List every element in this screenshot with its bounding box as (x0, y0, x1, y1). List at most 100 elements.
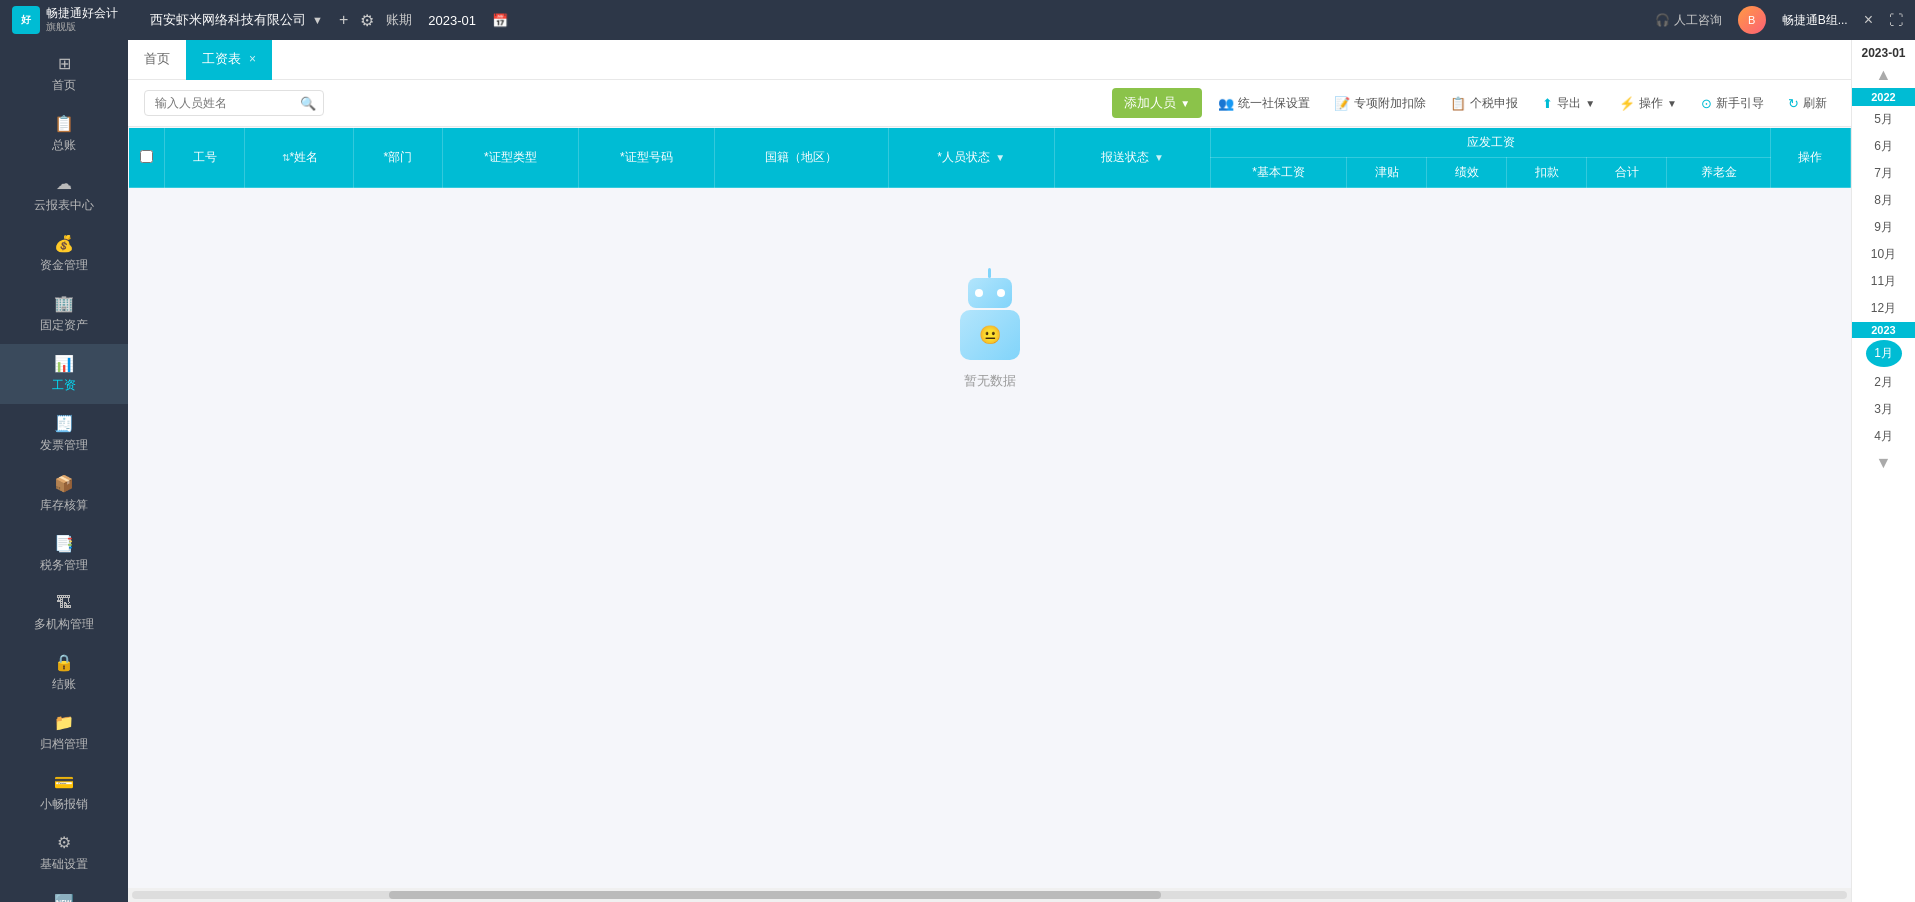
special-deduct-button[interactable]: 📝 专项附加扣除 (1326, 90, 1434, 117)
export-button[interactable]: ⬆ 导出 ▼ (1534, 90, 1603, 117)
add-person-arrow-icon: ▼ (1180, 98, 1190, 109)
month-2022-07[interactable]: 7月 (1852, 160, 1915, 187)
sidebar-label-invoice: 发票管理 (40, 437, 88, 454)
add-person-button[interactable]: 添加人员 ▼ (1112, 88, 1202, 118)
month-2023-03[interactable]: 3月 (1852, 396, 1915, 423)
guide-icon: 🆕 (54, 893, 74, 902)
operation-button[interactable]: ⚡ 操作 ▼ (1611, 90, 1685, 117)
user-avatar: B (1738, 6, 1766, 34)
sidebar-item-close-accounts[interactable]: 🔒 结账 (0, 643, 128, 703)
sidebar-item-asset[interactable]: 🏢 固定资产 (0, 284, 128, 344)
toolbar-right: 添加人员 ▼ 👥 统一社保设置 📝 专项附加扣除 📋 个税申报 ⬆ (1112, 88, 1835, 118)
sidebar-label-tax: 税务管理 (40, 557, 88, 574)
multi-icon: 🏗 (56, 594, 72, 612)
tab-wage-close[interactable]: × (249, 52, 256, 66)
robot-eye-left (975, 289, 983, 297)
header-id-type: *证型类型 (442, 128, 578, 188)
sidebar-item-home[interactable]: ⊞ 首页 (0, 44, 128, 104)
robot-face: 😐 (979, 324, 1001, 346)
tab-wage-label: 工资表 (202, 50, 241, 68)
table-wrap: 工号 ⇅*姓名 *部门 *证型类型 *证型号码 国籍（地区） *人员状态 ▼ 报… (128, 127, 1851, 888)
horizontal-scrollbar[interactable] (128, 888, 1851, 902)
social-security-label: 统一社保设置 (1238, 95, 1310, 112)
month-2022-11[interactable]: 11月 (1852, 268, 1915, 295)
year-2023-badge: 2023 (1852, 322, 1915, 338)
tax-declare-label: 个税申报 (1470, 95, 1518, 112)
service-label: 人工咨询 (1674, 12, 1722, 29)
search-input[interactable] (144, 90, 324, 116)
header-employee-id: 工号 (165, 128, 245, 188)
header-performance: 绩效 (1427, 158, 1507, 188)
sidebar-item-ledger[interactable]: 📋 总账 (0, 104, 128, 164)
filter-report-status-icon: ▼ (1154, 152, 1164, 163)
year-2022-label: 2022 (1852, 88, 1915, 106)
close-window-button[interactable]: × (1864, 11, 1873, 29)
expand-window-button[interactable]: ⛶ (1889, 12, 1903, 28)
sidebar-item-settings[interactable]: ⚙ 基础设置 (0, 823, 128, 883)
month-2022-10[interactable]: 10月 (1852, 241, 1915, 268)
refresh-button[interactable]: ↻ 刷新 (1780, 90, 1835, 117)
export-icon: ⬆ (1542, 96, 1553, 111)
add-button[interactable]: + (339, 11, 348, 29)
inventory-icon: 📦 (54, 474, 74, 493)
sidebar-item-cloud[interactable]: ☁ 云报表中心 (0, 164, 128, 224)
scrollbar-thumb[interactable] (389, 891, 1161, 899)
settings-nav-icon: ⚙ (57, 833, 71, 852)
invoice-icon: 🧾 (54, 414, 74, 433)
filter-person-status-icon: ▼ (995, 152, 1005, 163)
guide-label: 新手引导 (1716, 95, 1764, 112)
sidebar-label-cloud: 云报表中心 (34, 197, 94, 214)
toolbar: 🔍 添加人员 ▼ 👥 统一社保设置 📝 专项附加扣除 📋 个税申报 (128, 80, 1851, 127)
sidebar-item-tax[interactable]: 📑 税务管理 (0, 524, 128, 584)
social-security-button[interactable]: 👥 统一社保设置 (1210, 90, 1318, 117)
calendar-icon[interactable]: 📅 (492, 13, 508, 28)
refresh-label: 刷新 (1803, 95, 1827, 112)
sidebar-item-expense[interactable]: 💳 小畅报销 (0, 763, 128, 823)
right-date-panel: 2023-01 ▲ 2022 5月 6月 7月 8月 9月 10月 11月 12… (1851, 40, 1915, 902)
scroll-up-button[interactable]: ▲ (1872, 62, 1896, 88)
fund-icon: 💰 (54, 234, 74, 253)
sidebar-item-fund[interactable]: 💰 资金管理 (0, 224, 128, 284)
month-2023-02[interactable]: 2月 (1852, 369, 1915, 396)
company-selector[interactable]: 西安虾米网络科技有限公司 ▼ (150, 11, 323, 29)
add-person-label: 添加人员 (1124, 94, 1176, 112)
month-2022-08[interactable]: 8月 (1852, 187, 1915, 214)
main-layout: ⊞ 首页 📋 总账 ☁ 云报表中心 💰 资金管理 🏢 固定资产 📊 工资 🧾 发… (0, 40, 1915, 902)
tab-wage[interactable]: 工资表 × (186, 40, 272, 80)
sidebar-item-guide[interactable]: 🆕 新手引导 (0, 883, 128, 902)
operation-arrow-icon: ▼ (1667, 98, 1677, 109)
asset-icon: 🏢 (54, 294, 74, 313)
tax-declare-button[interactable]: 📋 个税申报 (1442, 90, 1526, 117)
service-button[interactable]: 🎧 人工咨询 (1655, 12, 1722, 29)
sidebar-item-wage[interactable]: 📊 工资 (0, 344, 128, 404)
sidebar-label-asset: 固定资产 (40, 317, 88, 334)
robot-eye-right (997, 289, 1005, 297)
month-2022-09[interactable]: 9月 (1852, 214, 1915, 241)
month-2023-01[interactable]: 1月 (1866, 340, 1902, 367)
scroll-down-button[interactable]: ▼ (1872, 450, 1896, 476)
select-all-checkbox[interactable] (140, 150, 153, 163)
month-2022-05[interactable]: 5月 (1852, 106, 1915, 133)
company-name: 西安虾米网络科技有限公司 (150, 11, 306, 29)
settings-button[interactable]: ⚙ (360, 11, 374, 30)
guide-button[interactable]: ⊙ 新手引导 (1693, 90, 1772, 117)
month-2022-06[interactable]: 6月 (1852, 133, 1915, 160)
operation-label: 操作 (1639, 95, 1663, 112)
robot-illustration: 😐 (960, 268, 1020, 360)
scrollbar-track[interactable] (132, 891, 1847, 899)
month-2023-04[interactable]: 4月 (1852, 423, 1915, 450)
tab-home[interactable]: 首页 (128, 40, 186, 80)
month-2022-12[interactable]: 12月 (1852, 295, 1915, 322)
sidebar-item-invoice[interactable]: 🧾 发票管理 (0, 404, 128, 464)
header-report-status: 报送状态 ▼ (1054, 128, 1211, 188)
sidebar-item-inventory[interactable]: 📦 库存核算 (0, 464, 128, 524)
sidebar-label-archive: 归档管理 (40, 736, 88, 753)
search-wrap: 🔍 (144, 90, 324, 116)
sidebar-label-ledger: 总账 (52, 137, 76, 154)
panel-header: 2023-01 (1852, 40, 1915, 62)
cloud-icon: ☁ (56, 174, 72, 193)
header-deduction: 扣款 (1507, 158, 1587, 188)
sidebar-item-archive[interactable]: 📁 归档管理 (0, 703, 128, 763)
search-button[interactable]: 🔍 (300, 96, 316, 111)
sidebar-item-multi[interactable]: 🏗 多机构管理 (0, 584, 128, 643)
